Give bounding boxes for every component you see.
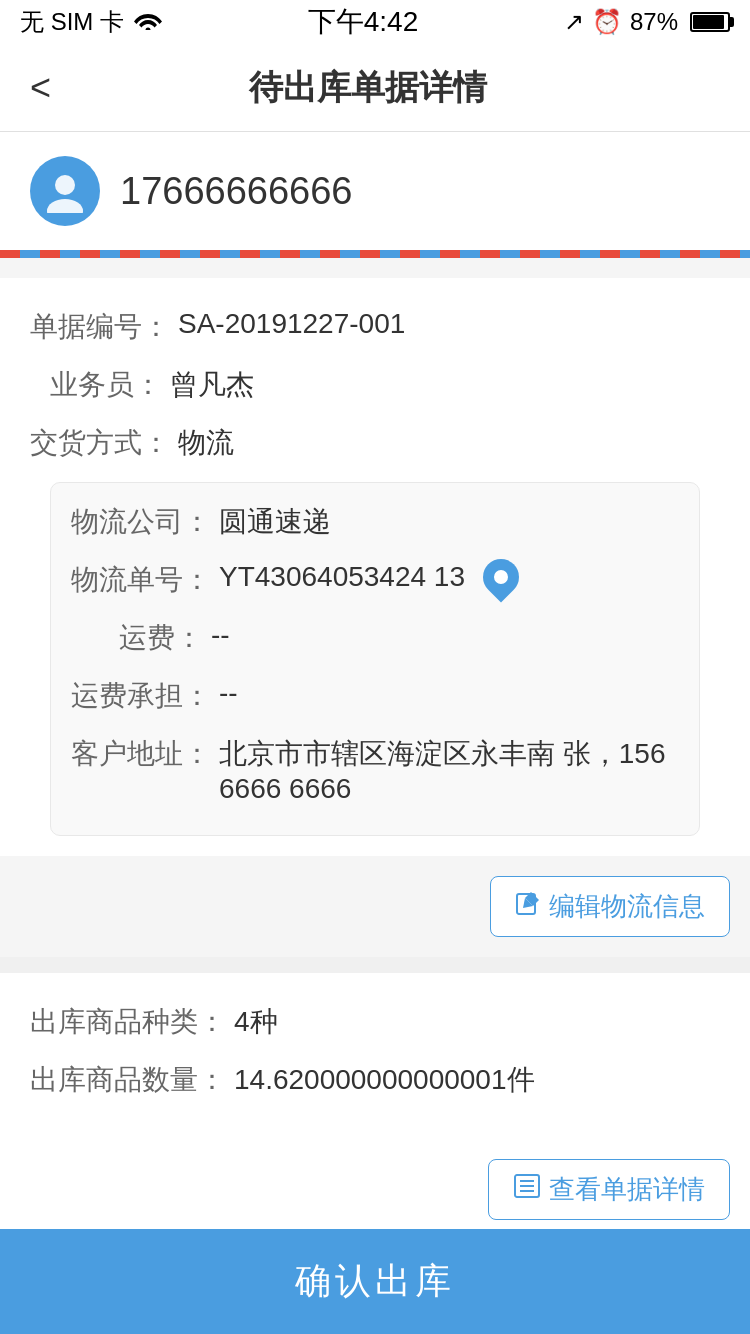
goods-types-row: 出库商品种类： 4种 [30,1003,720,1041]
confirm-bar[interactable]: 确认出库 [0,1229,750,1334]
back-button[interactable]: < [30,67,51,109]
location-icon[interactable] [475,552,526,603]
edit-icon [515,890,541,923]
salesperson-value: 曾凡杰 [170,366,720,404]
freight-bearer-label: 运费承担： [71,677,219,715]
freight-row: 运费： -- [71,619,679,657]
status-bar: 无 SIM 卡 下午4:42 ↗ ⏰ 87% [0,0,750,44]
address-value: 北京市市辖区海淀区永丰南 张，156 6666 6666 [219,735,679,805]
tracking-number-row: 物流单号： YT43064053424 13 [71,561,679,599]
doc-number-value: SA-20191227-001 [178,308,720,340]
status-time: 下午4:42 [308,3,419,41]
dashed-divider [0,250,750,258]
edit-logistics-label: 编辑物流信息 [549,889,705,924]
view-details-area: 查看单据详情 [0,1139,750,1240]
battery-icon [690,12,730,32]
status-right: ↗ ⏰ 87% [564,8,730,36]
view-details-button[interactable]: 查看单据详情 [488,1159,730,1220]
customer-avatar [30,156,100,226]
delivery-value: 物流 [178,424,720,462]
logistics-company-label: 物流公司： [71,503,219,541]
page-title: 待出库单据详情 [71,65,664,111]
salesperson-row: 业务员： 曾凡杰 [30,366,720,404]
logistics-company-row: 物流公司： 圆通速递 [71,503,679,541]
svg-point-2 [47,199,83,213]
nav-bar: < 待出库单据详情 [0,44,750,132]
delivery-label: 交货方式： [30,424,178,462]
address-label: 客户地址： [71,735,219,773]
goods-quantity-row: 出库商品数量： 14.620000000000001件 [30,1061,720,1099]
tracking-value: YT43064053424 13 [219,561,679,597]
address-row: 客户地址： 北京市市辖区海淀区永丰南 张，156 6666 6666 [71,735,679,805]
freight-label: 运费： [71,619,211,657]
doc-number-label: 单据编号： [30,308,178,346]
svg-point-0 [146,28,151,31]
logistics-company-value: 圆通速递 [219,503,679,541]
view-details-label: 查看单据详情 [549,1172,705,1207]
battery-label: 87% [630,8,678,36]
carrier-label: 无 SIM 卡 [20,6,124,38]
list-icon [513,1173,541,1206]
alarm-icon: ⏰ [592,8,622,36]
section-divider [0,957,750,973]
goods-types-label: 出库商品种类： [30,1003,234,1041]
status-left: 无 SIM 卡 [20,6,162,38]
doc-number-row: 单据编号： SA-20191227-001 [30,308,720,346]
goods-quantity-value: 14.620000000000001件 [234,1061,720,1099]
edit-logistics-area: 编辑物流信息 [0,856,750,957]
wifi-icon [134,8,162,36]
goods-quantity-label: 出库商品数量： [30,1061,234,1099]
delivery-row: 交货方式： 物流 [30,424,720,462]
svg-point-1 [55,175,75,195]
freight-bearer-row: 运费承担： -- [71,677,679,715]
document-info-section: 单据编号： SA-20191227-001 业务员： 曾凡杰 交货方式： 物流 … [0,278,750,856]
goods-section: 出库商品种类： 4种 出库商品数量： 14.620000000000001件 [0,973,750,1139]
salesperson-label: 业务员： [30,366,170,404]
battery-fill [693,15,724,29]
goods-types-value: 4种 [234,1003,720,1041]
freight-bearer-value: -- [219,677,679,709]
customer-header: 17666666666 [0,132,750,250]
location-status-icon: ↗ [564,8,584,36]
edit-logistics-button[interactable]: 编辑物流信息 [490,876,730,937]
confirm-button-label: 确认出库 [295,1260,455,1301]
logistics-card: 物流公司： 圆通速递 物流单号： YT43064053424 13 运费： --… [50,482,700,836]
freight-value: -- [211,619,679,651]
tracking-label: 物流单号： [71,561,219,599]
customer-phone: 17666666666 [120,170,352,213]
